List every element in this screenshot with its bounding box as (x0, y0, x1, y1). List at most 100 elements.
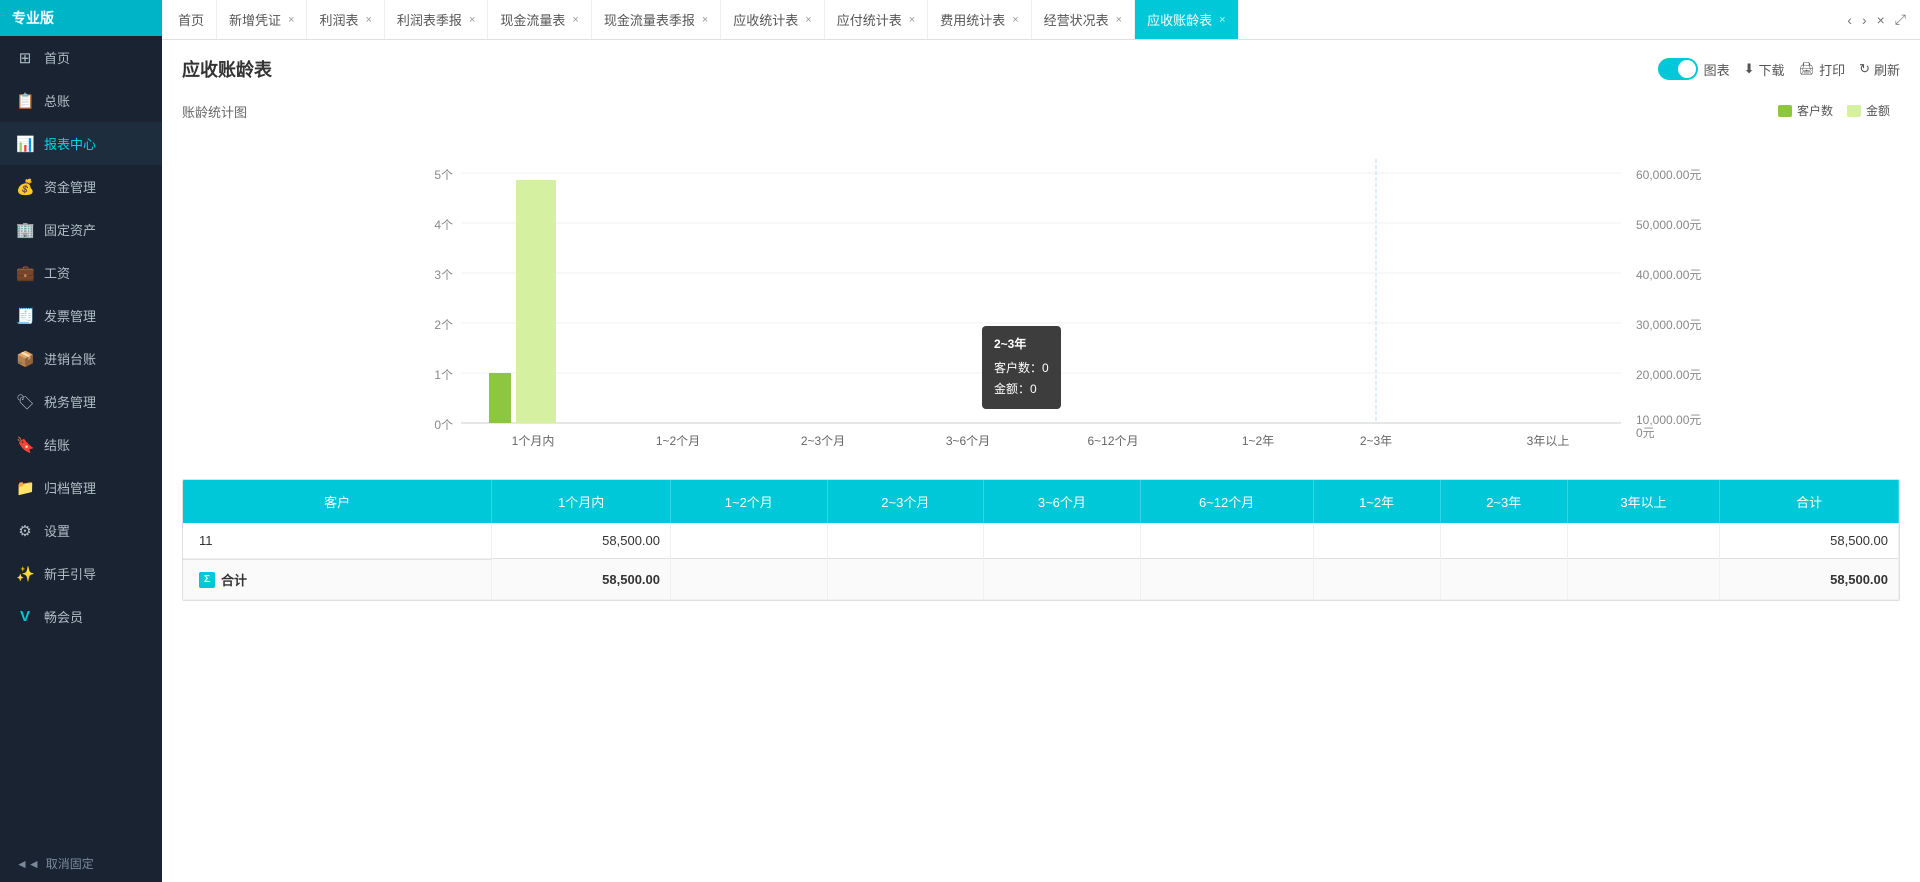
sidebar-item-inventory[interactable]: 📦 进销台账 (0, 337, 162, 380)
inventory-icon: 📦 (16, 350, 34, 368)
chart-toggle[interactable] (1658, 58, 1698, 80)
tab-cashflow-quarterly[interactable]: 现金流量表季报 × (592, 0, 721, 39)
tab-home[interactable]: 首页 (166, 0, 217, 39)
aging-table: 客户 1个月内 1~2个月 2~3个月 3~6个月 6~12个月 1~2年 2~… (183, 480, 1899, 600)
sidebar-item-label: 总账 (44, 91, 70, 110)
svg-text:1个: 1个 (434, 368, 453, 382)
download-button[interactable]: ⬇ 下载 (1744, 60, 1785, 79)
tab-close-icon[interactable]: × (805, 14, 811, 26)
page-title: 应收账龄表 (182, 56, 272, 82)
sidebar-item-assets[interactable]: 🏢 固定资产 (0, 208, 162, 251)
sidebar-item-settings[interactable]: ⚙ 设置 (0, 509, 162, 552)
archive-icon: 📁 (16, 479, 34, 497)
tab-label: 现金流量表 (500, 10, 565, 29)
tab-close-icon[interactable]: × (702, 14, 708, 26)
cell-total-m3 (827, 559, 984, 600)
legend-customers-color (1778, 105, 1792, 117)
sidebar-item-reports[interactable]: 📊 报表中心 (0, 122, 162, 165)
tab-close-icon[interactable]: × (909, 14, 915, 26)
tab-close-icon[interactable]: × (365, 14, 371, 26)
print-button[interactable]: 🖨 打印 (1799, 60, 1846, 79)
tab-label: 利润表 (319, 10, 358, 29)
tab-close-icon[interactable]: × (1219, 14, 1225, 26)
tab-new-voucher[interactable]: 新增凭证 × (217, 0, 307, 39)
bar-amount-1 (516, 180, 556, 423)
invoices-icon: 🧾 (16, 307, 34, 325)
tab-ap-stats[interactable]: 应付统计表 × (825, 0, 928, 39)
main-area: 首页 新增凭证 × 利润表 × 利润表季报 × 现金流量表 × 现金流量表季报 … (162, 0, 1920, 882)
sidebar-item-label: 归档管理 (44, 478, 96, 497)
download-label: 下载 (1759, 60, 1785, 79)
col-m7: 2~3年 (1440, 480, 1567, 523)
cell-total-m4 (984, 559, 1141, 600)
tab-bar: 首页 新增凭证 × 利润表 × 利润表季报 × 现金流量表 × 现金流量表季报 … (162, 0, 1920, 40)
svg-text:3年以上: 3年以上 (1527, 434, 1570, 448)
tab-ar-aging[interactable]: 应收账龄表 × (1135, 0, 1238, 39)
tab-cashflow[interactable]: 现金流量表 × (488, 0, 591, 39)
cell-m1: 58,500.00 (492, 523, 671, 559)
cell-total-m5 (1140, 559, 1313, 600)
bar-chart-svg: 5个 4个 3个 2个 1个 0个 60,000.00元 50,000.00元 … (182, 129, 1900, 469)
sidebar: 专业版 ⊞ 首页 📋 总账 📊 报表中心 💰 资金管理 🏢 固定资产 💼 工资 … (0, 0, 162, 882)
sidebar-item-home[interactable]: ⊞ 首页 (0, 36, 162, 79)
reports-icon: 📊 (16, 135, 34, 153)
tab-close-icon[interactable]: × (469, 14, 475, 26)
cell-total-m8 (1567, 559, 1719, 600)
sidebar-item-payroll[interactable]: 💼 工资 (0, 251, 162, 294)
chart-title: 账龄统计图 (182, 102, 1900, 121)
print-label: 打印 (1819, 60, 1845, 79)
tab-label: 利润表季报 (397, 10, 462, 29)
sidebar-item-label: 畅会员 (44, 607, 83, 626)
svg-text:5个: 5个 (434, 168, 453, 182)
sidebar-item-label: 报表中心 (44, 134, 96, 153)
tab-next-button[interactable]: › (1858, 10, 1871, 30)
sidebar-item-invoices[interactable]: 🧾 发票管理 (0, 294, 162, 337)
sidebar-item-ledger[interactable]: 📋 总账 (0, 79, 162, 122)
content-area: 应收账龄表 图表 ⬇ 下载 🖨 打印 ↻ 刷新 (162, 40, 1920, 882)
tab-prev-button[interactable]: ‹ (1843, 10, 1856, 30)
payroll-icon: 💼 (16, 264, 34, 282)
sidebar-item-label: 税务管理 (44, 392, 96, 411)
svg-text:6~12个月: 6~12个月 (1087, 434, 1138, 448)
svg-text:1~2年: 1~2年 (1242, 434, 1274, 448)
tab-profit-quarterly[interactable]: 利润表季报 × (385, 0, 488, 39)
tab-close-icon[interactable]: × (572, 14, 578, 26)
pin-icon: ◄◄ (16, 857, 40, 871)
assets-icon: 🏢 (16, 221, 34, 239)
tab-close-all-button[interactable]: × (1873, 10, 1889, 30)
guide-icon: ✨ (16, 565, 34, 583)
tab-ar-stats[interactable]: 应收统计表 × (721, 0, 824, 39)
sidebar-item-label: 结账 (44, 435, 70, 454)
sidebar-item-archive[interactable]: 📁 归档管理 (0, 466, 162, 509)
refresh-button[interactable]: ↻ 刷新 (1859, 60, 1900, 79)
download-icon: ⬇ (1744, 61, 1755, 77)
table-header-row: 客户 1个月内 1~2个月 2~3个月 3~6个月 6~12个月 1~2年 2~… (183, 480, 1899, 523)
sidebar-item-label: 首页 (44, 48, 70, 67)
refresh-icon: ↻ (1859, 61, 1870, 77)
tab-profit[interactable]: 利润表 × (307, 0, 384, 39)
cell-total: 58,500.00 (1720, 523, 1899, 559)
tab-home-label: 首页 (178, 10, 204, 29)
cell-total-m7 (1440, 559, 1567, 600)
sidebar-item-vip[interactable]: V 畅会员 (0, 595, 162, 638)
sidebar-item-settlement[interactable]: 🔖 结账 (0, 423, 162, 466)
svg-text:1个月内: 1个月内 (512, 434, 555, 448)
sidebar-item-label: 发票管理 (44, 306, 96, 325)
tab-business-status[interactable]: 经营状况表 × (1032, 0, 1135, 39)
tab-expense-stats[interactable]: 费用统计表 × (928, 0, 1031, 39)
sidebar-item-funds[interactable]: 💰 资金管理 (0, 165, 162, 208)
tab-close-icon[interactable]: × (1116, 14, 1122, 26)
page-header: 应收账龄表 图表 ⬇ 下载 🖨 打印 ↻ 刷新 (162, 40, 1920, 92)
sidebar-item-guide[interactable]: ✨ 新手引导 (0, 552, 162, 595)
tab-close-icon[interactable]: × (1012, 14, 1018, 26)
sidebar-item-label: 进销台账 (44, 349, 96, 368)
tab-expand-button[interactable]: ⤢ (1891, 9, 1910, 30)
cell-total-m1: 58,500.00 (492, 559, 671, 600)
total-icon: Σ (199, 572, 215, 588)
sidebar-item-tax[interactable]: 🏷 税务管理 (0, 380, 162, 423)
funds-icon: 💰 (16, 178, 34, 196)
sidebar-pin-toggle[interactable]: ◄◄ 取消固定 (0, 845, 162, 882)
col-m1: 1个月内 (492, 480, 671, 523)
tab-close-icon[interactable]: × (288, 14, 294, 26)
col-m5: 6~12个月 (1140, 480, 1313, 523)
